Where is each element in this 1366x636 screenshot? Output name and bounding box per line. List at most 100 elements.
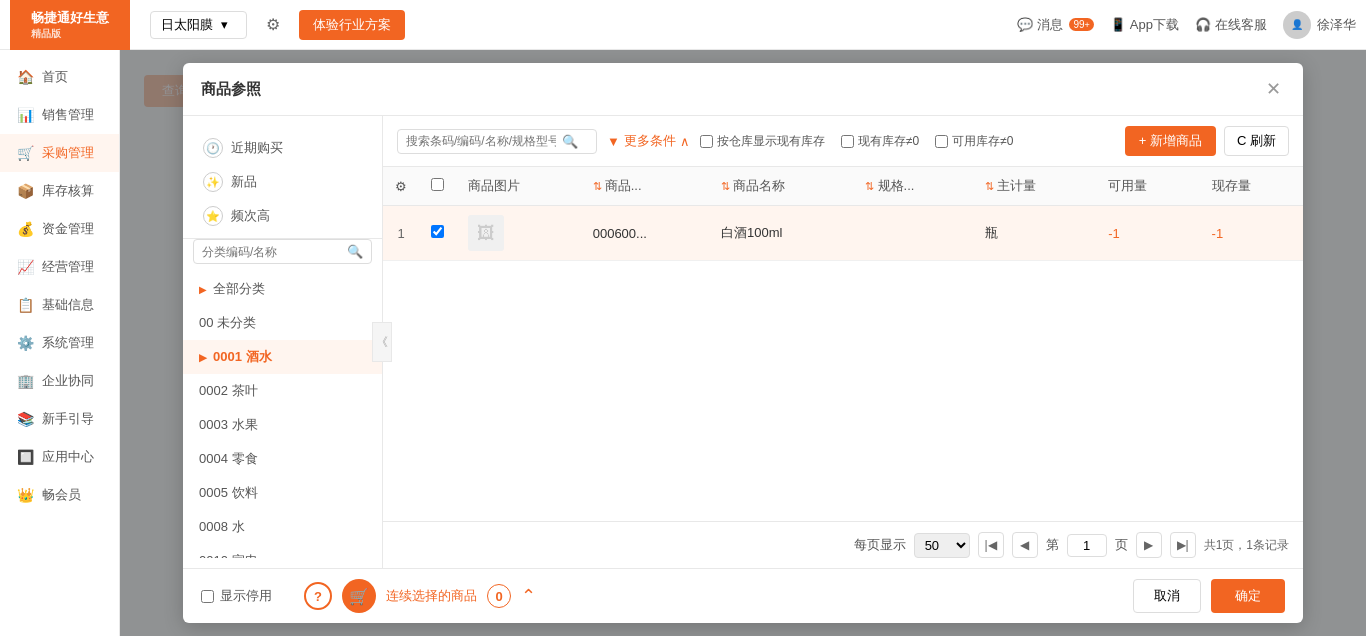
sidebar-item-sales[interactable]: 📊 销售管理	[0, 96, 119, 134]
nav-online-service[interactable]: 🎧 在线客服	[1195, 16, 1267, 34]
category-label-00: 00 未分类	[199, 314, 256, 332]
sidebar-label-home: 首页	[42, 68, 68, 86]
category-label-0008: 0008 水	[199, 518, 245, 536]
sidebar-item-member[interactable]: 👑 畅会员	[0, 476, 119, 514]
cancel-button[interactable]: 取消	[1133, 579, 1201, 613]
footer-middle: ? 🛒 连续选择的商品 0 ⌃	[304, 579, 536, 613]
page-input[interactable]	[1067, 534, 1107, 557]
filter-more-button[interactable]: ▼ 更多条件 ∧	[607, 132, 690, 150]
category-item-0003[interactable]: 0003 水果	[183, 408, 382, 442]
product-thumbnail: 🖼	[468, 215, 504, 251]
sidebar-label-sales: 销售管理	[42, 106, 94, 124]
col-available: 可用量	[1096, 167, 1199, 206]
nav-right: 💬 消息 99+ 📱 App下载 🎧 在线客服 👤 徐泽华	[1017, 11, 1356, 39]
row-checkbox[interactable]	[419, 206, 456, 261]
pagination-bar: 每页显示 50 10 20 100 |◀ ◀ 第 页	[383, 521, 1303, 568]
col-code[interactable]: 商品...	[581, 167, 709, 206]
col-spec[interactable]: 规格...	[853, 167, 973, 206]
col-unit[interactable]: 主计量	[973, 167, 1096, 206]
collapse-up-icon[interactable]: ⌃	[521, 585, 536, 607]
next-page-button[interactable]: ▶	[1136, 532, 1162, 558]
modal-body: 🕐 近期购买 ✨ 新品 ⭐ 频次高	[183, 116, 1303, 568]
col-name[interactable]: 商品名称	[709, 167, 853, 206]
experience-button[interactable]: 体验行业方案	[299, 10, 405, 40]
modal-overlay: 商品参照 ✕ 🕐 近期购买 ✨	[120, 50, 1366, 636]
table-row[interactable]: 1 🖼 000600... 白酒100ml	[383, 206, 1303, 261]
page-size-select[interactable]: 50 10 20 100	[914, 533, 970, 558]
add-product-button[interactable]: + 新增商品	[1125, 126, 1216, 156]
collapse-panel-button[interactable]: 《	[372, 322, 392, 362]
content-area: 查询 设置 刷新 商品参照 ✕ �	[120, 50, 1366, 636]
sidebar-item-apps[interactable]: 🔲 应用中心	[0, 438, 119, 476]
nav-selector[interactable]: 日太阳膜 ▾	[150, 11, 247, 39]
confirm-button[interactable]: 确定	[1211, 579, 1285, 613]
product-table: ⚙ 商品图片 商品...	[383, 167, 1303, 261]
product-reference-modal: 商品参照 ✕ 🕐 近期购买 ✨	[183, 63, 1303, 623]
row-num: 1	[383, 206, 419, 261]
row-select-checkbox[interactable]	[431, 225, 444, 238]
message-icon: 💬	[1017, 17, 1033, 32]
category-item-00[interactable]: 00 未分类	[183, 306, 382, 340]
nav-selector-label: 日太阳膜	[161, 16, 213, 34]
check-warehouse[interactable]: 按仓库显示现有库存	[700, 133, 825, 150]
gear-button[interactable]: ⚙	[257, 9, 289, 41]
product-toolbar: 🔍 ▼ 更多条件 ∧ 按仓库显示现有库存	[383, 116, 1303, 167]
select-all-checkbox[interactable]	[431, 178, 444, 191]
checkbox-usable[interactable]	[935, 135, 948, 148]
sidebar-item-purchase[interactable]: 🛒 采购管理	[0, 134, 119, 172]
category-item-0008[interactable]: 0008 水	[183, 510, 382, 544]
category-label-0002: 0002 茶叶	[199, 382, 258, 400]
help-icon-button[interactable]: ?	[304, 582, 332, 610]
sidebar-item-enterprise[interactable]: 🏢 企业协同	[0, 362, 119, 400]
sidebar-label-inventory: 库存核算	[42, 182, 94, 200]
first-page-button[interactable]: |◀	[978, 532, 1004, 558]
sidebar-label-finance: 资金管理	[42, 220, 94, 238]
checkbox-available[interactable]	[841, 135, 854, 148]
refresh-button[interactable]: C 刷新	[1224, 126, 1289, 156]
sidebar-item-basic[interactable]: 📋 基础信息	[0, 286, 119, 324]
check-usable[interactable]: 可用库存≠0	[935, 133, 1013, 150]
row-stock: -1	[1200, 206, 1303, 261]
quick-tab-recent[interactable]: 🕐 近期购买	[193, 132, 372, 164]
sidebar-item-operation[interactable]: 📈 经营管理	[0, 248, 119, 286]
nav-app-download[interactable]: 📱 App下载	[1110, 16, 1179, 34]
category-item-0004[interactable]: 0004 零食	[183, 442, 382, 476]
sidebar-label-apps: 应用中心	[42, 448, 94, 466]
quick-tab-new[interactable]: ✨ 新品	[193, 166, 372, 198]
continuous-select-label: 连续选择的商品	[386, 587, 477, 605]
category-item-0010[interactable]: 0010 家电	[183, 544, 382, 558]
category-search-input[interactable]	[202, 245, 341, 259]
category-item-0001[interactable]: ▶ 0001 酒水	[183, 340, 382, 374]
modal-title: 商品参照	[201, 80, 261, 99]
quick-tab-frequent[interactable]: ⭐ 频次高	[193, 200, 372, 232]
product-search-icon[interactable]: 🔍	[562, 134, 578, 149]
last-page-button[interactable]: ▶|	[1170, 532, 1196, 558]
disabled-checkbox[interactable]	[201, 590, 214, 603]
operation-icon: 📈	[16, 258, 34, 276]
category-item-all[interactable]: ▶ 全部分类	[183, 272, 382, 306]
col-settings[interactable]: ⚙	[383, 167, 419, 206]
sidebar-item-guide[interactable]: 📚 新手引导	[0, 400, 119, 438]
prev-page-button[interactable]: ◀	[1012, 532, 1038, 558]
category-item-0002[interactable]: 0002 茶叶	[183, 374, 382, 408]
checkbox-warehouse[interactable]	[700, 135, 713, 148]
user-menu[interactable]: 👤 徐泽华	[1283, 11, 1356, 39]
sidebar-item-home[interactable]: 🏠 首页	[0, 58, 119, 96]
modal-close-button[interactable]: ✕	[1261, 77, 1285, 101]
product-search-box: 🔍	[397, 129, 597, 154]
category-item-0005[interactable]: 0005 饮料	[183, 476, 382, 510]
show-disabled-checkbox[interactable]: 显示停用	[201, 587, 272, 605]
category-label-0004: 0004 零食	[199, 450, 258, 468]
product-search-input[interactable]	[406, 134, 556, 148]
cart-icon-button[interactable]: 🛒	[342, 579, 376, 613]
sidebar-item-finance[interactable]: 💰 资金管理	[0, 210, 119, 248]
logo-line1: 畅捷通好生意	[31, 9, 109, 27]
new-icon: ✨	[203, 172, 223, 192]
category-search-icon[interactable]: 🔍	[347, 244, 363, 259]
sidebar-item-system[interactable]: ⚙️ 系统管理	[0, 324, 119, 362]
logo: 畅捷通好生意 精品版	[10, 0, 130, 50]
quick-tab-new-label: 新品	[231, 173, 257, 191]
sidebar-item-inventory[interactable]: 📦 库存核算	[0, 172, 119, 210]
nav-message[interactable]: 💬 消息 99+	[1017, 16, 1093, 34]
check-available[interactable]: 现有库存≠0	[841, 133, 919, 150]
